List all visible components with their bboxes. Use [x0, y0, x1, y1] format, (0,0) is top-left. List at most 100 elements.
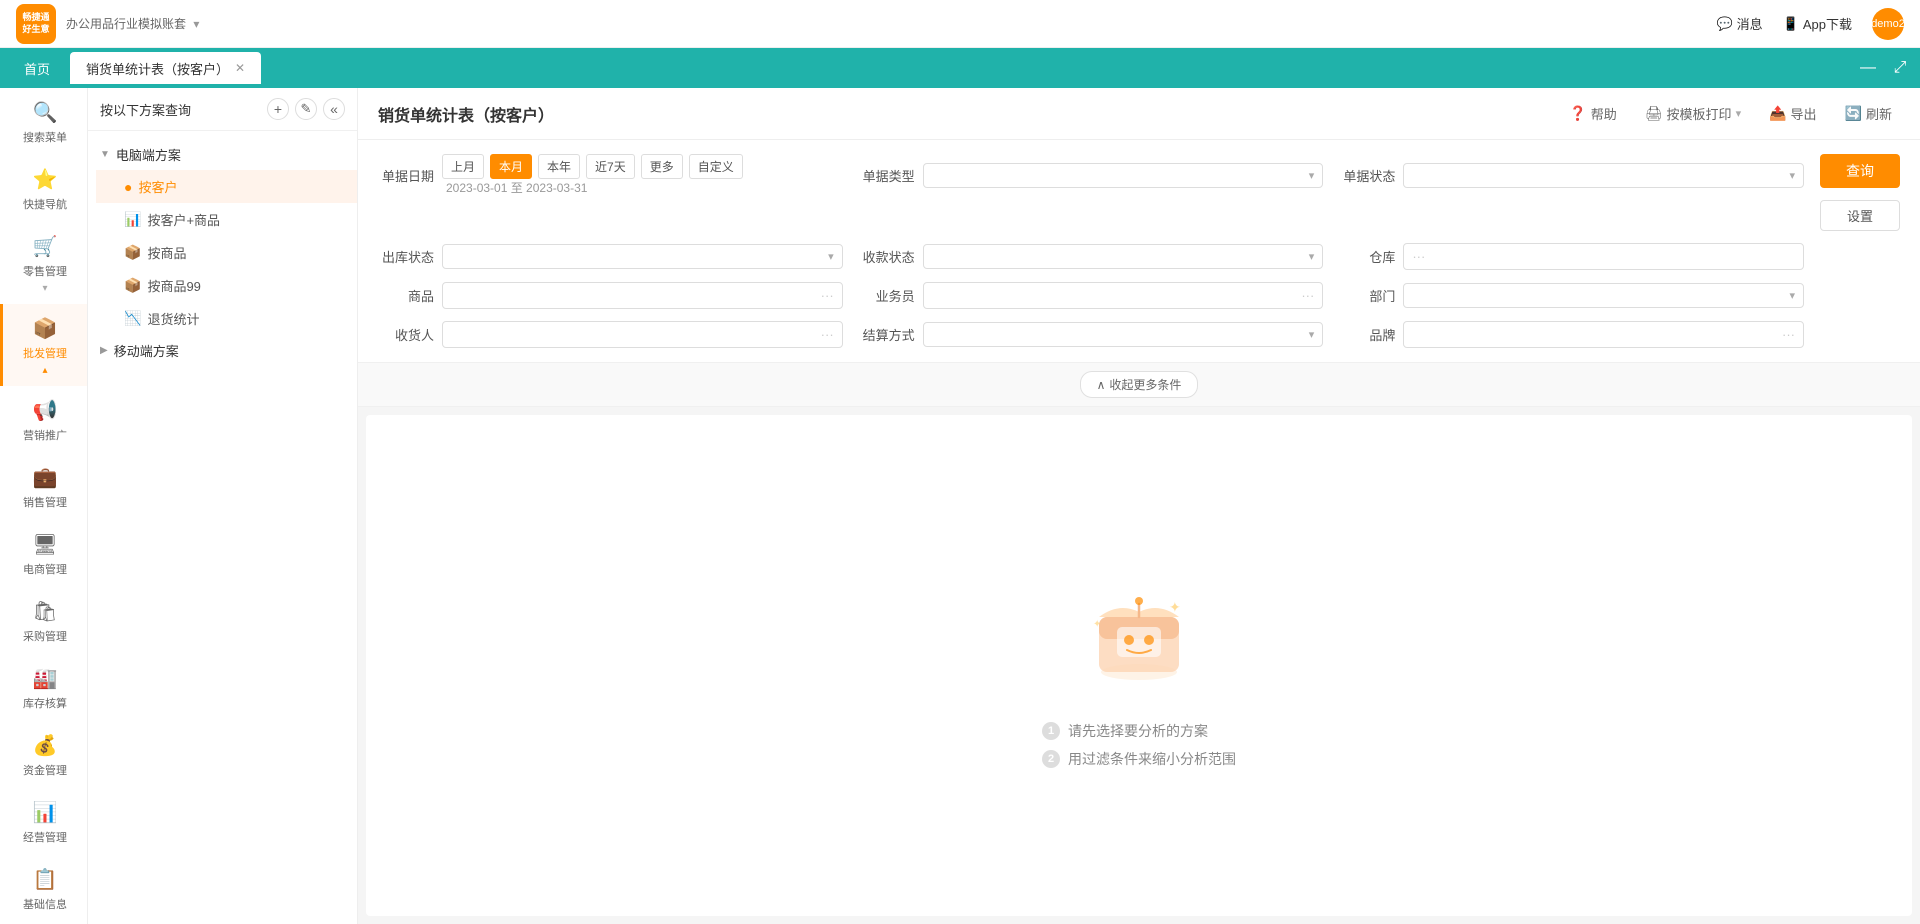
date-btn-custom[interactable]: 自定义 [689, 154, 743, 179]
sidebar-item-purchase[interactable]: 🛍 采购管理 [0, 587, 87, 654]
quick-nav-icon: ⭐ [33, 167, 58, 192]
payment-select[interactable]: ▾ [923, 322, 1324, 347]
action-buttons-column: 查询 设置 [1804, 154, 1900, 231]
left-panel-actions: + ✎ « [267, 98, 345, 120]
doc-status-select[interactable]: ▾ [1403, 163, 1804, 188]
help-button[interactable]: ❓ 帮助 [1561, 100, 1624, 127]
goods-input[interactable]: ··· [442, 282, 843, 309]
tab-close-icon[interactable]: ✕ [235, 61, 245, 75]
tree-item-by-goods-99[interactable]: 📦 按商品99 [96, 269, 357, 302]
export-button[interactable]: 📤 导出 [1761, 100, 1824, 127]
maximize-button[interactable]: ⤢ [1888, 56, 1912, 80]
sidebar-item-retail[interactable]: 🛒 零售管理 ▾ [0, 222, 87, 304]
out-status-label: 出库状态 [378, 247, 434, 266]
query-button[interactable]: 查询 [1820, 154, 1900, 188]
right-panel: 销货单统计表（按客户） ❓ 帮助 🖨 按模板打印 ▾ 📤 导出 [358, 88, 1920, 924]
mobile-chevron-icon: ▶ [100, 345, 108, 356]
topbar-right: 💬 消息 📱 App下载 demo2 [1716, 8, 1904, 40]
message-icon: 💬 [1716, 16, 1732, 32]
date-btn-this-year[interactable]: 本年 [538, 154, 580, 179]
sidebar-item-sales[interactable]: 💼 销售管理 [0, 453, 87, 520]
filter-wrapper: 单据日期 上月 本月 本年 近7天 更多 自定义 [358, 140, 1920, 407]
empty-tip-2: 2 用过滤条件来缩小分析范围 [1042, 749, 1236, 769]
tab-report[interactable]: 销货单统计表（按客户） ✕ [70, 52, 261, 84]
sidebar-item-inventory[interactable]: 🏭 库存核算 [0, 654, 87, 721]
out-status-chevron-icon: ▾ [828, 250, 834, 263]
tree-group-mobile-header[interactable]: ▶ 移动端方案 [88, 335, 357, 366]
recipient-label: 收货人 [378, 325, 434, 344]
recv-status-filter-cell: 收款状态 ▾ [859, 244, 1324, 269]
doc-type-select[interactable]: ▾ [923, 163, 1324, 188]
doc-type-label: 单据类型 [859, 166, 915, 185]
scheme-tree: ▼ 电脑端方案 ● 按客户 📊 按客户+商品 📦 [88, 131, 357, 924]
base-icon: 📋 [33, 867, 58, 892]
sidebar-item-operation[interactable]: 📊 经营管理 [0, 788, 87, 855]
staff-filter-cell: 业务员 ··· [859, 282, 1324, 309]
print-dropdown-icon: ▾ [1736, 107, 1742, 120]
page-header-actions: ❓ 帮助 🖨 按模板打印 ▾ 📤 导出 🔄 刷新 [1561, 100, 1900, 127]
recipient-input[interactable]: ··· [442, 321, 843, 348]
tree-item-by-goods[interactable]: 📦 按商品 [96, 236, 357, 269]
date-btn-7days[interactable]: 近7天 [586, 154, 635, 179]
finance-icon: 💰 [33, 733, 58, 758]
refresh-icon: 🔄 [1845, 105, 1862, 122]
recipient-filter-cell: 收货人 ··· [378, 321, 843, 348]
settings-button[interactable]: 设置 [1820, 200, 1900, 231]
sidebar-item-ecommerce[interactable]: 🖥 电商管理 [0, 520, 87, 587]
recipient-dots-icon: ··· [821, 327, 834, 342]
doc-type-filter-cell: 单据类型 ▾ [859, 163, 1324, 188]
inventory-icon: 🏭 [33, 666, 58, 691]
sidebar-item-quick-nav[interactable]: ⭐ 快捷导航 [0, 155, 87, 222]
refresh-button[interactable]: 🔄 刷新 [1837, 100, 1900, 127]
edit-scheme-button[interactable]: ✎ [295, 98, 317, 120]
date-btn-more[interactable]: 更多 [641, 154, 683, 179]
avatar[interactable]: demo2 [1872, 8, 1904, 40]
empty-state: ✦ ✦ 1 请先选择要分析的方案 2 用过滤条件来缩小分析范围 [366, 415, 1912, 916]
goods-label: 商品 [378, 286, 434, 305]
warehouse-label: 仓库 [1339, 247, 1395, 266]
message-button[interactable]: 💬 消息 [1716, 14, 1762, 33]
date-filter-cell: 单据日期 上月 本月 本年 近7天 更多 自定义 [378, 154, 843, 196]
collapse-panel-button[interactable]: « [323, 98, 345, 120]
brand-filter-cell: 品牌 ··· [1339, 321, 1804, 348]
empty-illustration: ✦ ✦ [1069, 562, 1209, 705]
out-status-select[interactable]: ▾ [442, 244, 843, 269]
sidebar-item-base[interactable]: 📋 基础信息 [0, 855, 87, 922]
recv-status-chevron-icon: ▾ [1309, 250, 1315, 263]
sidebar-item-wholesale[interactable]: 📦 批发管理 ▴ [0, 304, 87, 386]
tree-item-by-customer[interactable]: ● 按客户 [96, 170, 357, 203]
left-panel-header: 按以下方案查询 + ✎ « [88, 88, 357, 131]
brand-input[interactable]: ··· [1403, 321, 1804, 348]
empty-tip-1: 1 请先选择要分析的方案 [1042, 721, 1236, 741]
recv-status-select[interactable]: ▾ [923, 244, 1324, 269]
filter-section: 单据日期 上月 本月 本年 近7天 更多 自定义 [358, 140, 1920, 348]
date-btn-last-month[interactable]: 上月 [442, 154, 484, 179]
tree-item-return-stats[interactable]: 📉 退货统计 [96, 302, 357, 335]
staff-input[interactable]: ··· [923, 282, 1324, 309]
sidebar-item-finance[interactable]: 💰 资金管理 [0, 721, 87, 788]
tree-item-customer-goods[interactable]: 📊 按客户+商品 [96, 203, 357, 236]
dept-select[interactable]: ▾ [1403, 283, 1804, 308]
tree-group-pc: ▼ 电脑端方案 ● 按客户 📊 按客户+商品 📦 [88, 139, 357, 335]
date-range-display: 2023-03-01 至 2023-03-31 [446, 179, 843, 196]
sales-icon: 💼 [33, 465, 58, 490]
add-scheme-button[interactable]: + [267, 98, 289, 120]
date-btn-this-month[interactable]: 本月 [490, 154, 532, 179]
collapse-button[interactable]: ∧ 收起更多条件 [1080, 371, 1199, 398]
main-layout: 🔍 搜索菜单 ⭐ 快捷导航 🛒 零售管理 ▾ 📦 批发管理 ▴ 📢 营销推广 💼… [0, 88, 1920, 924]
pc-chevron-icon: ▼ [100, 149, 110, 160]
retail-icon: 🛒 [33, 234, 58, 259]
tabbar: 首页 销货单统计表（按客户） ✕ — ⤢ [0, 48, 1920, 88]
sidebar-item-search-menu[interactable]: 🔍 搜索菜单 [0, 88, 87, 155]
minimize-button[interactable]: — [1856, 56, 1880, 80]
industry-dropdown-icon[interactable]: ▾ [193, 17, 199, 31]
tab-home[interactable]: 首页 [8, 52, 66, 84]
print-button[interactable]: 🖨 按模板打印 ▾ [1637, 100, 1749, 127]
topbar-left: 畅捷通好生意 办公用品行业模拟账套 ▾ [16, 4, 199, 44]
tree-group-pc-header[interactable]: ▼ 电脑端方案 [88, 139, 357, 170]
sidebar-item-marketing[interactable]: 📢 营销推广 [0, 386, 87, 453]
payment-chevron-icon: ▾ [1309, 328, 1315, 341]
warehouse-input[interactable]: ··· [1403, 243, 1804, 270]
customer-goods-icon: 📊 [124, 211, 141, 228]
app-download-button[interactable]: 📱 App下载 [1783, 14, 1852, 33]
